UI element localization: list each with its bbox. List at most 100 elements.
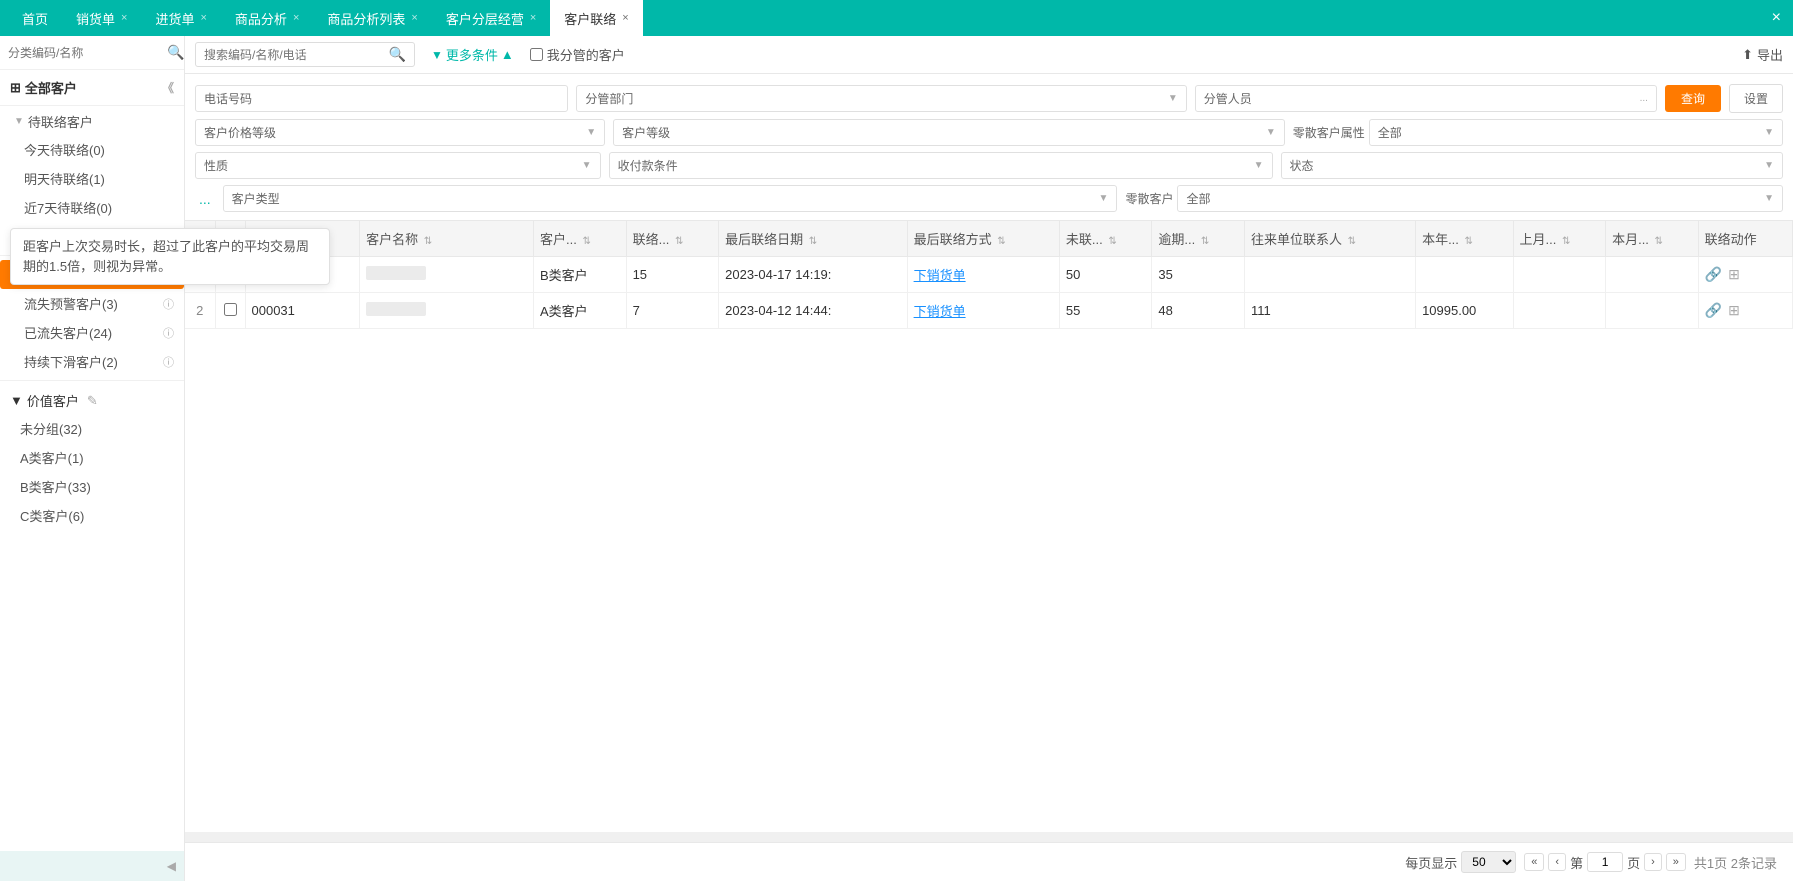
dept-field[interactable]: 分管部门 ▼ xyxy=(576,85,1186,112)
row4-more-btn[interactable]: ... xyxy=(195,191,215,207)
price-grade-field[interactable]: 客户价格等级 ▼ xyxy=(195,119,605,146)
next-page-btn[interactable]: › xyxy=(1644,853,1662,871)
nav-purchase-order[interactable]: 进货单 × xyxy=(141,0,220,36)
nav-customer-layered[interactable]: 客户分层经营 × xyxy=(432,0,550,36)
content-area: 🔍 ▼ 更多条件 ▲ 我分管的客户 ⬆ 导出 电话号码 xyxy=(185,36,1793,881)
gender-field[interactable]: 性质 ▼ xyxy=(195,152,601,179)
page-label: 第 xyxy=(1570,853,1583,872)
th-last-month[interactable]: 上月... ⇅ xyxy=(1513,221,1606,257)
prev-page-btn[interactable]: ‹ xyxy=(1548,853,1566,871)
sidebar-item-churn-warning[interactable]: 流失预警客户(3) ⓘ xyxy=(0,289,184,318)
close-customer-layered-icon[interactable]: × xyxy=(530,12,536,24)
collapse-sidebar-icon[interactable]: 《 xyxy=(162,79,174,96)
sidebar-item-declining[interactable]: 持续下滑客户(2) ⓘ xyxy=(0,347,184,376)
sidebar-item-tomorrow-pending[interactable]: 明天待联络(1) xyxy=(0,164,184,193)
category-search-input[interactable] xyxy=(8,46,163,60)
nav-sales-order[interactable]: 销货单 × xyxy=(62,0,141,36)
th-contacts-count[interactable]: 联络... ⇅ xyxy=(626,221,719,257)
settings-button[interactable]: 设置 xyxy=(1729,84,1783,113)
th-last-contact-date[interactable]: 最后联络日期 ⇅ xyxy=(719,221,907,257)
sidebar-bottom: ◀ xyxy=(0,851,184,881)
close-purchase-order-icon[interactable]: × xyxy=(200,12,206,24)
main-search-icon[interactable]: 🔍 xyxy=(389,46,406,63)
last-page-btn[interactable]: » xyxy=(1666,853,1686,871)
row2-name xyxy=(360,293,534,329)
table-header-row: ⚙ 客户编码 ⇅ 客户名称 ⇅ 客户... ⇅ xyxy=(185,221,1793,257)
row1-unlinked: 50 xyxy=(1059,257,1152,293)
row2-overdue: 48 xyxy=(1152,293,1245,329)
person-field[interactable]: 分管人员 ... xyxy=(1195,85,1657,112)
close-product-analysis-icon[interactable]: × xyxy=(293,12,299,24)
nav-home[interactable]: 首页 xyxy=(8,0,62,36)
sidebar-item-7days-pending[interactable]: 近7天待联络(0) xyxy=(0,193,184,222)
category-search-icon[interactable]: 🔍 xyxy=(167,44,184,61)
per-page-select[interactable]: 50 20 100 xyxy=(1461,851,1516,873)
row1-link-icon[interactable]: 🔗 xyxy=(1705,266,1722,283)
th-customer-name[interactable]: 客户名称 ⇅ xyxy=(360,221,534,257)
retail-customer-dropdown-icon: ▼ xyxy=(1764,193,1774,204)
payment-field[interactable]: 收付款条件 ▼ xyxy=(609,152,1273,179)
th-year-amount[interactable]: 本年... ⇅ xyxy=(1416,221,1513,257)
th-unlinked-days[interactable]: 未联... ⇅ xyxy=(1059,221,1152,257)
sort-year-icon: ⇅ xyxy=(1465,236,1473,247)
retail-attr-field[interactable]: 全部 ▼ xyxy=(1369,119,1783,146)
table-row: 2 000031 A类客户 7 2023-04-12 14:44: 下销货单 xyxy=(185,293,1793,329)
query-button[interactable]: 查询 xyxy=(1665,85,1721,112)
sidebar-all-customers-header[interactable]: ⊞ 全部客户 《 xyxy=(0,70,184,106)
sidebar-item-b-class[interactable]: B类客户(33) xyxy=(0,472,184,501)
value-edit-icon[interactable]: ✎ xyxy=(87,393,98,409)
horizontal-scrollbar[interactable] xyxy=(185,832,1793,842)
window-close-icon[interactable]: × xyxy=(1772,9,1781,27)
th-contact-person[interactable]: 往来单位联系人 ⇅ xyxy=(1244,221,1415,257)
row2-contact-person: 111 xyxy=(1244,293,1415,329)
more-conditions-btn[interactable]: ▼ 更多条件 ▲ xyxy=(423,42,522,67)
th-overdue[interactable]: 逾期... ⇅ xyxy=(1152,221,1245,257)
nav-product-analysis[interactable]: 商品分析 × xyxy=(221,0,313,36)
close-product-analysis-list-icon[interactable]: × xyxy=(411,12,417,24)
pending-contact-section[interactable]: ▼ 待联络客户 xyxy=(0,106,184,135)
sort-lastmonth-icon: ⇅ xyxy=(1562,236,1570,247)
sidebar-item-today-pending[interactable]: 今天待联络(0) xyxy=(0,135,184,164)
customer-grade-field[interactable]: 客户等级 ▼ xyxy=(613,119,1285,146)
retail-customer-field[interactable]: 全部 ▼ xyxy=(1177,185,1783,212)
sidebar-item-ungrouped[interactable]: 未分组(32) xyxy=(0,414,184,443)
sort-person-icon: ⇅ xyxy=(1348,236,1356,247)
row1-last-method[interactable]: 下销货单 xyxy=(907,257,1059,293)
export-button[interactable]: ⬆ 导出 xyxy=(1742,45,1783,64)
main-search-input[interactable] xyxy=(204,48,389,62)
row2-last-date: 2023-04-12 14:44: xyxy=(719,293,907,329)
sidebar-content: ⊞ 全部客户 《 ▼ 待联络客户 今天待联络(0) 明天待联络(1) 近7天待联… xyxy=(0,70,184,851)
row2-checkbox-cell[interactable] xyxy=(215,293,245,329)
customer-type-field[interactable]: 客户类型 ▼ xyxy=(223,185,1118,212)
nav-product-analysis-list[interactable]: 商品分析列表 × xyxy=(313,0,431,36)
sidebar-item-a-class[interactable]: A类客户(1) xyxy=(0,443,184,472)
sidebar-collapse-arrows[interactable]: ◀ xyxy=(167,859,176,873)
row2-link-icon[interactable]: 🔗 xyxy=(1705,302,1722,319)
sidebar-item-churned[interactable]: 已流失客户(24) ⓘ xyxy=(0,318,184,347)
my-customer-checkbox[interactable] xyxy=(530,48,543,61)
sort-method-icon: ⇅ xyxy=(997,236,1005,247)
nav-customer-contact[interactable]: 客户联络 × xyxy=(550,0,642,36)
price-grade-dropdown-icon: ▼ xyxy=(586,127,596,138)
phone-field[interactable]: 电话号码 xyxy=(195,85,568,112)
close-customer-contact-icon[interactable]: × xyxy=(622,12,628,24)
row2-name-blurred xyxy=(366,302,426,316)
th-customer-grade[interactable]: 客户... ⇅ xyxy=(534,221,627,257)
row2-last-method[interactable]: 下销货单 xyxy=(907,293,1059,329)
row1-grid-icon[interactable]: ⊞ xyxy=(1728,266,1740,283)
sort-contacts-icon: ⇅ xyxy=(675,236,683,247)
value-customers-section[interactable]: ▼ 价值客户 ✎ xyxy=(0,385,184,414)
first-page-btn[interactable]: « xyxy=(1524,853,1544,871)
sidebar-item-c-class[interactable]: C类客户(6) xyxy=(0,501,184,530)
close-sales-order-icon[interactable]: × xyxy=(121,12,127,24)
row1-overdue: 35 xyxy=(1152,257,1245,293)
row2-checkbox[interactable] xyxy=(224,303,237,316)
th-this-month[interactable]: 本月... ⇅ xyxy=(1606,221,1699,257)
page-number-input[interactable] xyxy=(1587,852,1623,872)
sidebar: 🔍 ⊞ 全部客户 《 ▼ 待联络客户 今天待联络(0) 明天待联络(1) xyxy=(0,36,185,881)
row2-grid-icon[interactable]: ⊞ xyxy=(1728,302,1740,319)
my-customer-checkbox-wrap[interactable]: 我分管的客户 xyxy=(530,45,625,64)
status-field[interactable]: 状态 ▼ xyxy=(1281,152,1783,179)
value-arrow-icon: ▼ xyxy=(10,393,23,408)
th-last-contact-method[interactable]: 最后联络方式 ⇅ xyxy=(907,221,1059,257)
